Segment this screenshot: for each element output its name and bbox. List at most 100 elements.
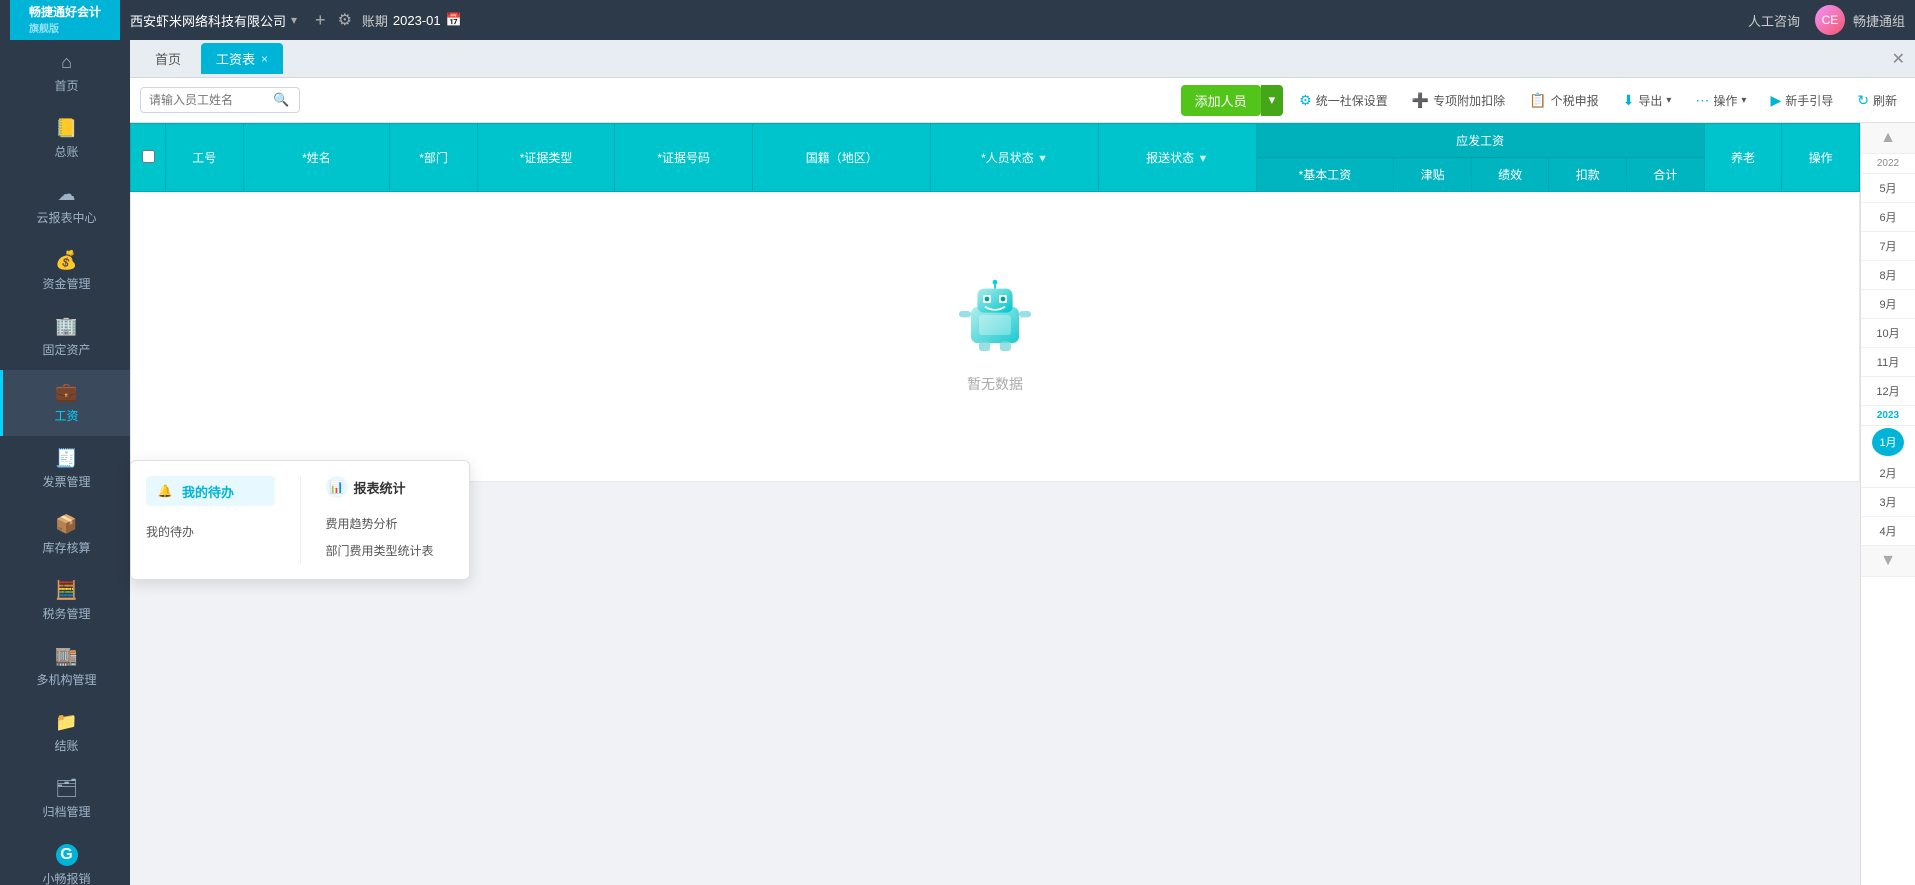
tab-home[interactable]: 首页 bbox=[140, 43, 196, 74]
sidebar-item-cloud-report[interactable]: ☁ 云报表中心 bbox=[0, 172, 130, 238]
month-nov-2022[interactable]: 11月 bbox=[1861, 348, 1915, 377]
search-input[interactable] bbox=[149, 93, 269, 107]
person-status-filter-icon[interactable]: ▼ bbox=[1037, 153, 1048, 165]
guide-toolbar-icon: ▶ bbox=[1770, 92, 1781, 109]
month-jun-2022[interactable]: 6月 bbox=[1861, 203, 1915, 232]
popup-report-title[interactable]: 📊 报表统计 bbox=[326, 476, 455, 498]
sidebar-item-archive[interactable]: 🗂 归档管理 bbox=[0, 766, 130, 832]
export-icon: ⬇ bbox=[1623, 92, 1635, 109]
sidebar-item-fund-mgmt[interactable]: 💰 资金管理 bbox=[0, 238, 130, 304]
social-insurance-icon: ⚙ bbox=[1299, 92, 1312, 109]
th-salary-group: 应发工资 bbox=[1256, 124, 1704, 158]
logo-sub: 旗舰版 bbox=[29, 20, 101, 35]
period-value[interactable]: 2023-01 bbox=[393, 13, 441, 28]
month-apr-2023[interactable]: 4月 bbox=[1861, 517, 1915, 546]
sidebar-item-tax[interactable]: 🧮 税务管理 bbox=[0, 568, 130, 634]
th-name: *姓名 bbox=[243, 124, 390, 192]
tab-close-btn[interactable]: × bbox=[261, 52, 268, 66]
operation-icon: ⋯ bbox=[1695, 92, 1709, 109]
th-nationality: 国籍（地区） bbox=[753, 124, 931, 192]
tax-icon: 🧮 bbox=[55, 580, 77, 601]
sidebar-item-fixed-assets[interactable]: 🏢 固定资产 bbox=[0, 304, 130, 370]
top-actions: + ⚙ bbox=[315, 10, 352, 31]
popup-divider bbox=[300, 476, 301, 564]
select-all-checkbox[interactable] bbox=[142, 150, 155, 163]
sidebar-item-close-account[interactable]: 📁 结账 bbox=[0, 700, 130, 766]
expense-icon: G bbox=[56, 844, 78, 866]
empty-state-cell: 暂无数据 bbox=[131, 192, 1860, 482]
add-icon[interactable]: + bbox=[315, 10, 326, 31]
sidebar-label-inventory: 库存核算 bbox=[42, 539, 90, 556]
sidebar-item-inventory[interactable]: 📦 库存核算 bbox=[0, 502, 130, 568]
month-jan-2023[interactable]: 1月 bbox=[1872, 428, 1904, 457]
tab-salary[interactable]: 工资表 × bbox=[201, 43, 283, 74]
month-dec-2022[interactable]: 12月 bbox=[1861, 377, 1915, 406]
window-close-btn[interactable]: ✕ bbox=[1892, 49, 1905, 69]
month-next-btn[interactable]: ▼ bbox=[1861, 546, 1915, 577]
social-insurance-btn[interactable]: ⚙ 统一社保设置 bbox=[1291, 88, 1396, 113]
sidebar-item-multi-org[interactable]: 🏬 多机构管理 bbox=[0, 634, 130, 700]
add-person-btn-group: 添加人员 ▾ bbox=[1181, 85, 1284, 116]
personal-tax-btn[interactable]: 📋 个税申报 bbox=[1521, 88, 1606, 113]
year-2022-label: 2022 bbox=[1861, 154, 1915, 174]
user-info: CE 畅捷通组 bbox=[1815, 5, 1905, 35]
sidebar-item-expense[interactable]: G 小畅报销 bbox=[0, 832, 130, 885]
new-guide-btn[interactable]: ▶ 新手引导 bbox=[1762, 88, 1841, 113]
popup-todo-item[interactable]: 我的待办 bbox=[146, 518, 275, 545]
fund-icon: 💰 bbox=[55, 250, 77, 271]
th-submit-status: 报送状态 ▼ bbox=[1098, 124, 1256, 192]
popup-cost-trend-item[interactable]: 费用趋势分析 bbox=[326, 510, 455, 537]
archive-icon: 🗂 bbox=[55, 778, 78, 799]
calendar-icon[interactable]: 📅 bbox=[446, 12, 462, 28]
company-name: 西安虾米网络科技有限公司 bbox=[130, 11, 286, 30]
sidebar-label-tax: 税务管理 bbox=[42, 605, 90, 622]
month-oct-2022[interactable]: 10月 bbox=[1861, 319, 1915, 348]
operation-btn[interactable]: ⋯ 操作 ▾ bbox=[1687, 88, 1754, 113]
special-deduction-btn[interactable]: ➕ 专项附加扣除 bbox=[1404, 88, 1513, 113]
month-panel: ▲ 2022 5月 6月 7月 8月 9月 10月 11月 12月 2023 1… bbox=[1860, 123, 1915, 885]
top-bar: 畅捷通好会计 旗舰版 西安虾米网络科技有限公司 ▾ + ⚙ 账期 2023-01… bbox=[0, 0, 1915, 40]
month-prev-btn[interactable]: ▲ bbox=[1861, 123, 1915, 154]
sidebar-item-general-ledger[interactable]: 📒 总账 bbox=[0, 106, 130, 172]
settings-icon[interactable]: ⚙ bbox=[338, 10, 352, 30]
add-person-btn[interactable]: 添加人员 bbox=[1181, 85, 1261, 116]
month-mar-2023[interactable]: 3月 bbox=[1861, 488, 1915, 517]
sidebar-item-invoice[interactable]: 🧾 发票管理 bbox=[0, 436, 130, 502]
th-total: 合计 bbox=[1627, 158, 1705, 192]
submit-filter-icon[interactable]: ▼ bbox=[1197, 153, 1208, 165]
refresh-btn[interactable]: ↻ 刷新 bbox=[1849, 88, 1905, 113]
month-sep-2022[interactable]: 9月 bbox=[1861, 290, 1915, 319]
special-deduction-icon: ➕ bbox=[1412, 92, 1429, 109]
popup-dept-cost-item[interactable]: 部门费用类型统计表 bbox=[326, 537, 455, 564]
company-selector[interactable]: 西安虾米网络科技有限公司 ▾ bbox=[130, 11, 297, 30]
sidebar-item-salary[interactable]: 💼 工资 bbox=[0, 370, 130, 436]
close-acct-icon: 📁 bbox=[55, 712, 77, 733]
sidebar-label-archive: 归档管理 bbox=[42, 803, 90, 820]
add-person-dropdown-btn[interactable]: ▾ bbox=[1261, 85, 1284, 116]
sidebar-item-home[interactable]: ⌂ 首页 bbox=[0, 40, 130, 106]
export-btn[interactable]: ⬇ 导出 ▾ bbox=[1615, 88, 1680, 113]
empty-state: 暂无数据 bbox=[137, 199, 1853, 474]
user-area: 人工咨询 CE 畅捷通组 bbox=[1748, 5, 1905, 35]
sidebar-label-multi-org: 多机构管理 bbox=[36, 671, 96, 688]
tab-salary-label: 工资表 bbox=[216, 49, 255, 68]
month-feb-2023[interactable]: 2月 bbox=[1861, 459, 1915, 488]
popup-todo-title[interactable]: 🔔 我的待办 bbox=[146, 476, 275, 506]
invoice-icon: 🧾 bbox=[55, 448, 77, 469]
month-may-2022[interactable]: 5月 bbox=[1861, 174, 1915, 203]
sidebar: ⌂ 首页 📒 总账 ☁ 云报表中心 💰 资金管理 🏢 固定资产 💼 工资 🧾 发… bbox=[0, 40, 130, 885]
sidebar-label-home: 首页 bbox=[54, 77, 78, 94]
th-basic-salary: *基本工资 bbox=[1256, 158, 1394, 192]
th-department: *部门 bbox=[390, 124, 477, 192]
support-label[interactable]: 人工咨询 bbox=[1748, 11, 1800, 30]
th-bonus: 绩效 bbox=[1471, 158, 1549, 192]
th-id-number: *证据号码 bbox=[615, 124, 753, 192]
assets-icon: 🏢 bbox=[55, 316, 77, 337]
tax-report-icon: 📋 bbox=[1529, 92, 1546, 109]
report-icon: 📊 bbox=[326, 476, 348, 498]
salary-icon: 💼 bbox=[55, 382, 77, 403]
toolbar: 🔍 添加人员 ▾ ⚙ 统一社保设置 ➕ 专项附加扣除 📋 个税申报 ⬇ 导出 bbox=[130, 78, 1915, 123]
month-aug-2022[interactable]: 8月 bbox=[1861, 261, 1915, 290]
month-jul-2022[interactable]: 7月 bbox=[1861, 232, 1915, 261]
th-checkbox[interactable] bbox=[131, 124, 166, 192]
